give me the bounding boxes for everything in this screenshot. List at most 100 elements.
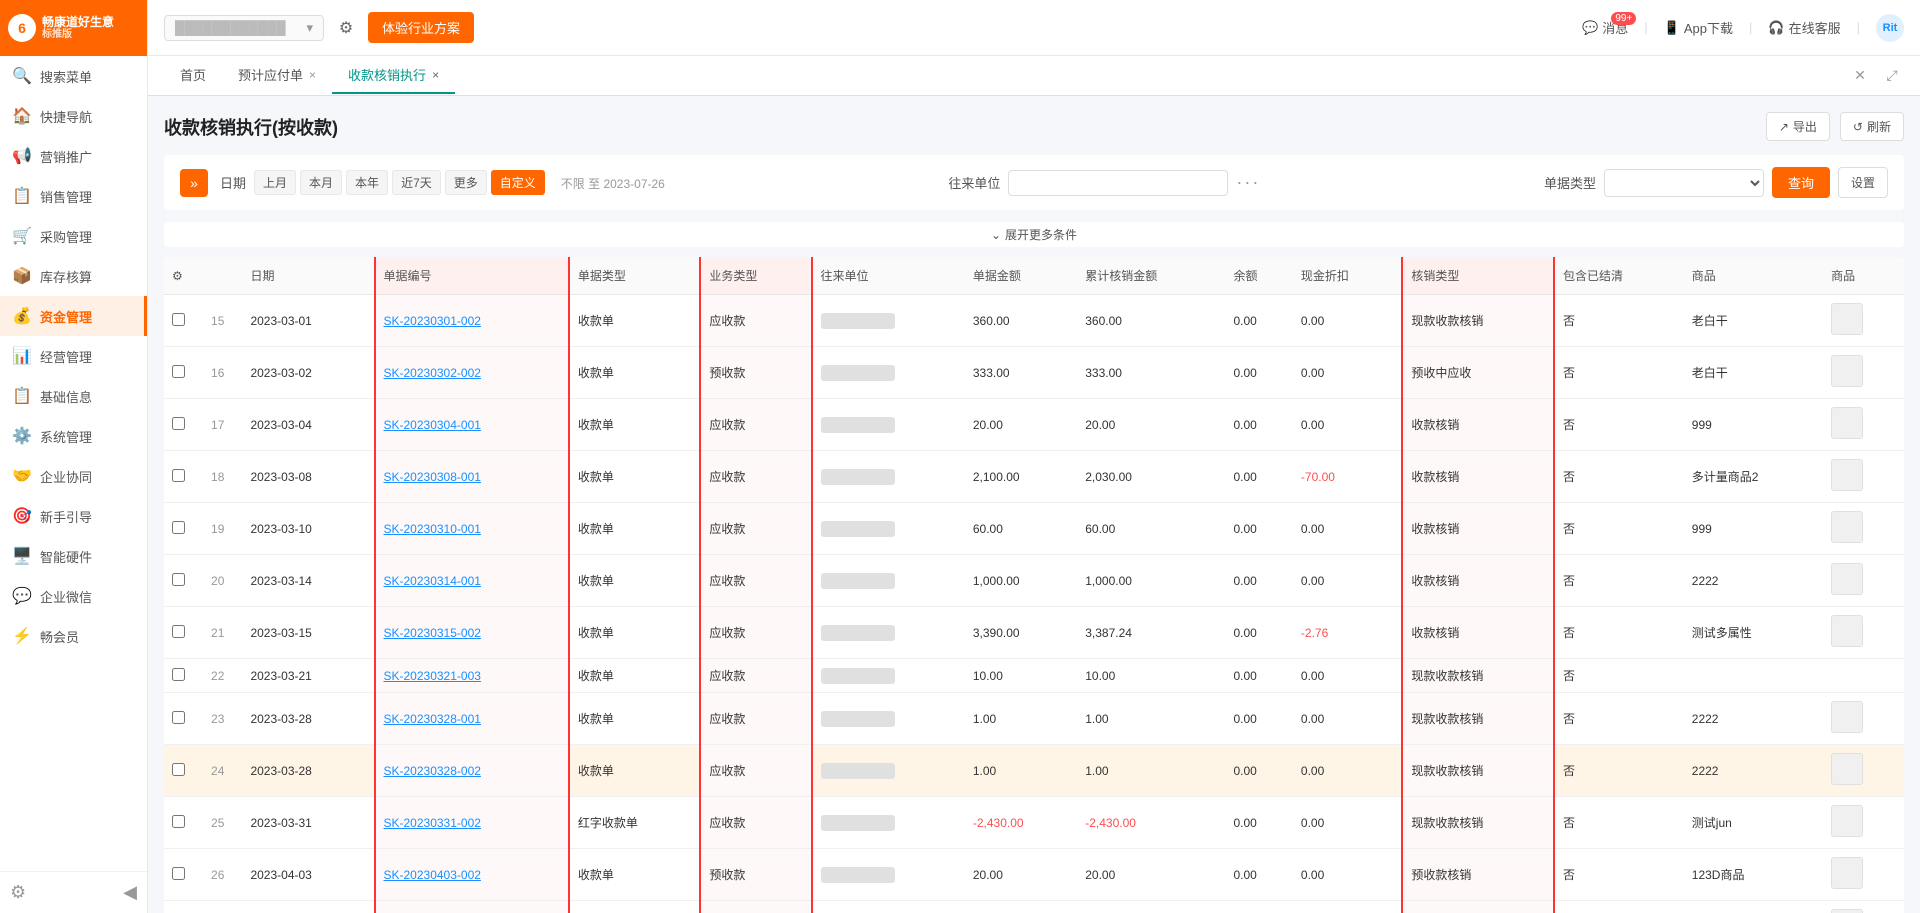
- table-row[interactable]: 25 2023-03-31 SK-20230331-002 红字收款单 应收款 …: [164, 797, 1904, 849]
- sidebar-item-purchase[interactable]: 🛒采购管理: [0, 216, 147, 256]
- row-checkbox[interactable]: [172, 521, 185, 534]
- row-checkbox[interactable]: [172, 417, 185, 430]
- cell-checkbox[interactable]: [164, 693, 193, 745]
- bill-no-link[interactable]: SK-20230328-002: [384, 764, 481, 778]
- sidebar-item-operation[interactable]: 📊经营管理: [0, 336, 147, 376]
- tabs-close-all-button[interactable]: ✕: [1848, 64, 1872, 88]
- table-row[interactable]: 21 2023-03-15 SK-20230315-002 收款单 应收款 ██…: [164, 607, 1904, 659]
- tab-receipt-verify[interactable]: 收款核销执行 ×: [332, 57, 455, 94]
- cell-bill-no[interactable]: SK-20230328-002: [375, 745, 569, 797]
- th-settings[interactable]: ⚙: [164, 257, 193, 295]
- counterpart-input[interactable]: [1008, 170, 1228, 196]
- cell-checkbox[interactable]: [164, 555, 193, 607]
- sidebar-item-enterprise[interactable]: 🤝企业协同: [0, 456, 147, 496]
- tab-prepay[interactable]: 预计应付单 ×: [222, 57, 332, 94]
- tab-receipt-verify-close[interactable]: ×: [432, 68, 439, 82]
- cell-bill-no[interactable]: SK-20230314-001: [375, 555, 569, 607]
- query-button[interactable]: 查询: [1772, 167, 1830, 198]
- app-download-button[interactable]: 📱 App下载: [1664, 18, 1733, 37]
- row-checkbox[interactable]: [172, 763, 185, 776]
- cell-bill-no[interactable]: SK-20230304-001: [375, 399, 569, 451]
- bill-no-link[interactable]: SK-20230301-002: [384, 314, 481, 328]
- sidebar-item-finance[interactable]: 💰资金管理: [0, 296, 147, 336]
- table-row[interactable]: 15 2023-03-01 SK-20230301-002 收款单 应收款 ██…: [164, 295, 1904, 347]
- tab-prepay-close[interactable]: ×: [309, 68, 316, 82]
- row-checkbox[interactable]: [172, 711, 185, 724]
- row-checkbox[interactable]: [172, 365, 185, 378]
- online-service-button[interactable]: 🎧 在线客服: [1768, 18, 1840, 37]
- row-checkbox[interactable]: [172, 815, 185, 828]
- solution-button[interactable]: 体验行业方案: [368, 12, 474, 43]
- sidebar-footer[interactable]: ⚙ ◀: [0, 871, 147, 913]
- table-row[interactable]: 23 2023-03-28 SK-20230328-001 收款单 应收款 ██…: [164, 693, 1904, 745]
- cell-checkbox[interactable]: [164, 901, 193, 913]
- filter-toggle-button[interactable]: »: [180, 169, 208, 197]
- this-year-btn[interactable]: 本年: [346, 170, 388, 195]
- row-checkbox[interactable]: [172, 625, 185, 638]
- row-checkbox[interactable]: [172, 867, 185, 880]
- cell-bill-no[interactable]: SK-20230331-002: [375, 797, 569, 849]
- bill-no-link[interactable]: SK-20230328-001: [384, 712, 481, 726]
- settings-icon[interactable]: ⚙: [332, 14, 360, 42]
- table-row[interactable]: 19 2023-03-10 SK-20230310-001 收款单 应收款 ██…: [164, 503, 1904, 555]
- table-row[interactable]: 24 2023-03-28 SK-20230328-002 收款单 应收款 ██…: [164, 745, 1904, 797]
- refresh-button[interactable]: ↺ 刷新: [1840, 112, 1904, 141]
- cell-bill-no[interactable]: SK-20230302-002: [375, 347, 569, 399]
- table-row[interactable]: 16 2023-03-02 SK-20230302-002 收款单 预收款 ██…: [164, 347, 1904, 399]
- cell-checkbox[interactable]: [164, 347, 193, 399]
- cell-checkbox[interactable]: [164, 295, 193, 347]
- sidebar-item-guide[interactable]: 🎯新手引导: [0, 496, 147, 536]
- export-button[interactable]: ↗ 导出: [1766, 112, 1830, 141]
- last-7days-btn[interactable]: 近7天: [392, 170, 441, 195]
- row-checkbox[interactable]: [172, 573, 185, 586]
- sidebar-item-system[interactable]: ⚙️系统管理: [0, 416, 147, 456]
- more-date-btn[interactable]: 更多: [445, 170, 487, 195]
- bill-no-link[interactable]: SK-20230321-003: [384, 669, 481, 683]
- sidebar-item-search[interactable]: 🔍搜索菜单: [0, 56, 147, 96]
- tabs-expand-button[interactable]: ⤢: [1880, 64, 1904, 88]
- row-checkbox[interactable]: [172, 469, 185, 482]
- cell-checkbox[interactable]: [164, 607, 193, 659]
- cell-bill-no[interactable]: SK-20230321-003: [375, 659, 569, 693]
- table-row[interactable]: 17 2023-03-04 SK-20230304-001 收款单 应收款 ██…: [164, 399, 1904, 451]
- sidebar-item-hardware[interactable]: 🖥️智能硬件: [0, 536, 147, 576]
- cell-checkbox[interactable]: [164, 745, 193, 797]
- messages-button[interactable]: 💬 消息 99+: [1582, 18, 1628, 37]
- cell-checkbox[interactable]: [164, 399, 193, 451]
- bill-no-link[interactable]: SK-20230310-001: [384, 522, 481, 536]
- sidebar-item-inventory[interactable]: 📦库存核算: [0, 256, 147, 296]
- tab-home[interactable]: 首页: [164, 57, 222, 94]
- bill-no-link[interactable]: SK-20230308-001: [384, 470, 481, 484]
- sidebar-gear-icon[interactable]: ⚙: [10, 882, 26, 903]
- sidebar-item-nav[interactable]: 🏠快捷导航: [0, 96, 147, 136]
- table-settings-icon[interactable]: ⚙: [172, 269, 183, 283]
- cell-bill-no[interactable]: SK-20230315-002: [375, 607, 569, 659]
- cell-checkbox[interactable]: [164, 797, 193, 849]
- cell-bill-no[interactable]: SK-20230308-001: [375, 451, 569, 503]
- user-avatar[interactable]: Rit: [1876, 14, 1904, 42]
- bill-no-link[interactable]: SK-20230314-001: [384, 574, 481, 588]
- bill-no-link[interactable]: SK-20230302-002: [384, 366, 481, 380]
- table-row[interactable]: 26 2023-04-03 SK-20230403-002 收款单 预收款 ██…: [164, 849, 1904, 901]
- last-month-btn[interactable]: 上月: [254, 170, 296, 195]
- row-checkbox[interactable]: [172, 313, 185, 326]
- table-row[interactable]: 22 2023-03-21 SK-20230321-003 收款单 应收款 ██…: [164, 659, 1904, 693]
- bill-no-link[interactable]: SK-20230331-002: [384, 816, 481, 830]
- sidebar-item-member[interactable]: ⚡畅会员: [0, 616, 147, 656]
- more-options-dots[interactable]: ···: [1236, 172, 1260, 193]
- bill-no-link[interactable]: SK-20230304-001: [384, 418, 481, 432]
- sidebar-item-marketing[interactable]: 📢营销推广: [0, 136, 147, 176]
- bill-no-link[interactable]: SK-20230403-002: [384, 868, 481, 882]
- custom-date-btn[interactable]: 自定义: [491, 170, 545, 195]
- table-row[interactable]: 20 2023-03-14 SK-20230314-001 收款单 应收款 ██…: [164, 555, 1904, 607]
- sidebar-item-basic[interactable]: 📋基础信息: [0, 376, 147, 416]
- cell-checkbox[interactable]: [164, 659, 193, 693]
- cell-bill-no[interactable]: SK-20230301-002: [375, 295, 569, 347]
- company-selector[interactable]: ████████████ ▾: [164, 15, 324, 41]
- sidebar-collapse-icon[interactable]: ◀: [123, 882, 137, 903]
- bill-no-link[interactable]: SK-20230315-002: [384, 626, 481, 640]
- sidebar-item-sales[interactable]: 📋销售管理: [0, 176, 147, 216]
- cell-bill-no[interactable]: SK-20230403-002: [375, 849, 569, 901]
- table-row[interactable]: 18 2023-03-08 SK-20230308-001 收款单 应收款 ██…: [164, 451, 1904, 503]
- cell-bill-no[interactable]: SK-20230328-001: [375, 693, 569, 745]
